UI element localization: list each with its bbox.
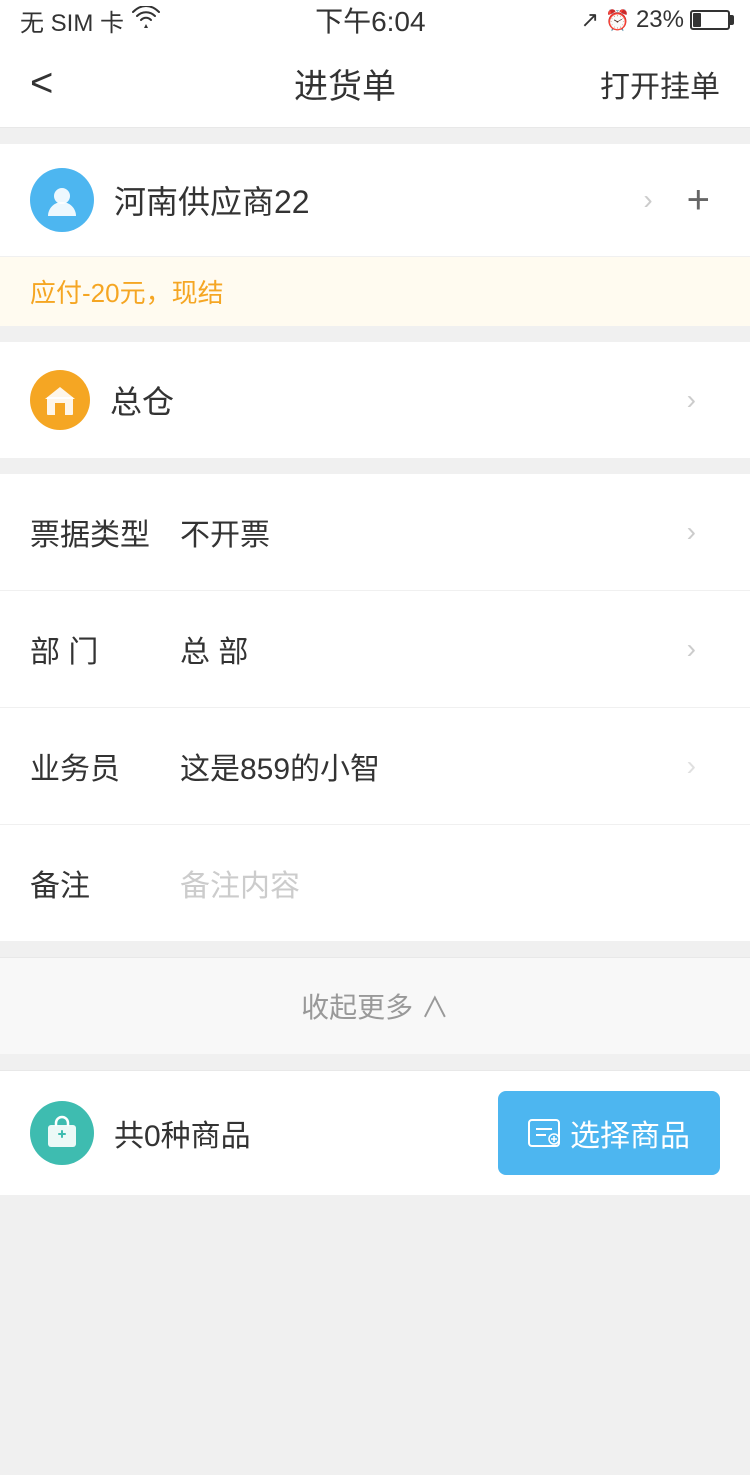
back-button[interactable]: < xyxy=(30,61,90,106)
supplier-avatar xyxy=(30,168,94,232)
notice-banner: 应付-20元，现结 xyxy=(0,257,750,326)
form-row-salesperson[interactable]: 业务员 这是859的小智 › xyxy=(0,708,750,825)
collapse-button[interactable]: 收起更多 ∧ xyxy=(0,957,750,1054)
remark-label: 备注 xyxy=(30,861,160,905)
battery-percent: 23% xyxy=(636,6,684,34)
product-icon xyxy=(30,1101,94,1165)
supplier-card: 河南供应商22 › + 应付-20元，现结 xyxy=(0,144,750,326)
salesperson-value: 这是859的小智 xyxy=(160,744,687,788)
warehouse-name: 总仓 xyxy=(110,377,687,423)
chevron-right-icon: › xyxy=(687,384,696,416)
open-pending-button[interactable]: 打开挂单 xyxy=(600,62,720,106)
warehouse-row[interactable]: 总仓 › xyxy=(0,342,750,458)
bottom-bar: 共0种商品 选择商品 xyxy=(0,1070,750,1195)
select-product-label: 选择商品 xyxy=(570,1111,690,1155)
department-label: 部 门 xyxy=(30,627,160,671)
battery-icon xyxy=(690,10,730,30)
form-row-remark[interactable]: 备注 备注内容 xyxy=(0,825,750,941)
page-title: 进货单 xyxy=(294,59,396,108)
select-product-button[interactable]: 选择商品 xyxy=(498,1091,720,1175)
salesperson-label: 业务员 xyxy=(30,744,160,788)
status-right: ↗ ⏰ 23% xyxy=(581,6,730,34)
ticket-type-label: 票据类型 xyxy=(30,510,160,554)
product-count: 共0种商品 xyxy=(114,1111,498,1155)
notice-text: 应付-20元，现结 xyxy=(30,278,224,308)
supplier-row[interactable]: 河南供应商22 › + xyxy=(0,144,750,257)
form-row-ticket[interactable]: 票据类型 不开票 › xyxy=(0,474,750,591)
wifi-icon xyxy=(132,6,160,35)
warehouse-icon xyxy=(30,370,90,430)
chevron-right-icon: › xyxy=(687,633,696,665)
status-time: 下午6:04 xyxy=(315,0,426,40)
department-value: 总 部 xyxy=(160,627,687,671)
sim-label: 无 SIM 卡 xyxy=(20,3,124,38)
ticket-type-value: 不开票 xyxy=(160,510,687,554)
chevron-right-icon: › xyxy=(643,184,652,216)
form-section: 票据类型 不开票 › 部 门 总 部 › 业务员 这是859的小智 › 备注 备… xyxy=(0,474,750,941)
alarm-icon: ⏰ xyxy=(605,8,630,33)
main-content: 河南供应商22 › + 应付-20元，现结 总仓 › 票据类型 xyxy=(0,144,750,1475)
status-bar: 无 SIM 卡 下午6:04 ↗ ⏰ 23% xyxy=(0,0,750,40)
remark-placeholder: 备注内容 xyxy=(160,861,720,905)
add-button[interactable]: + xyxy=(677,178,720,223)
warehouse-card: 总仓 › xyxy=(0,342,750,458)
chevron-right-icon: › xyxy=(687,516,696,548)
location-icon: ↗ xyxy=(581,7,599,33)
supplier-name: 河南供应商22 xyxy=(114,177,643,223)
gray-area xyxy=(0,1195,750,1475)
nav-bar: < 进货单 打开挂单 xyxy=(0,40,750,128)
chevron-right-icon: › xyxy=(687,750,696,782)
form-row-department[interactable]: 部 门 总 部 › xyxy=(0,591,750,708)
status-left: 无 SIM 卡 xyxy=(20,3,160,38)
